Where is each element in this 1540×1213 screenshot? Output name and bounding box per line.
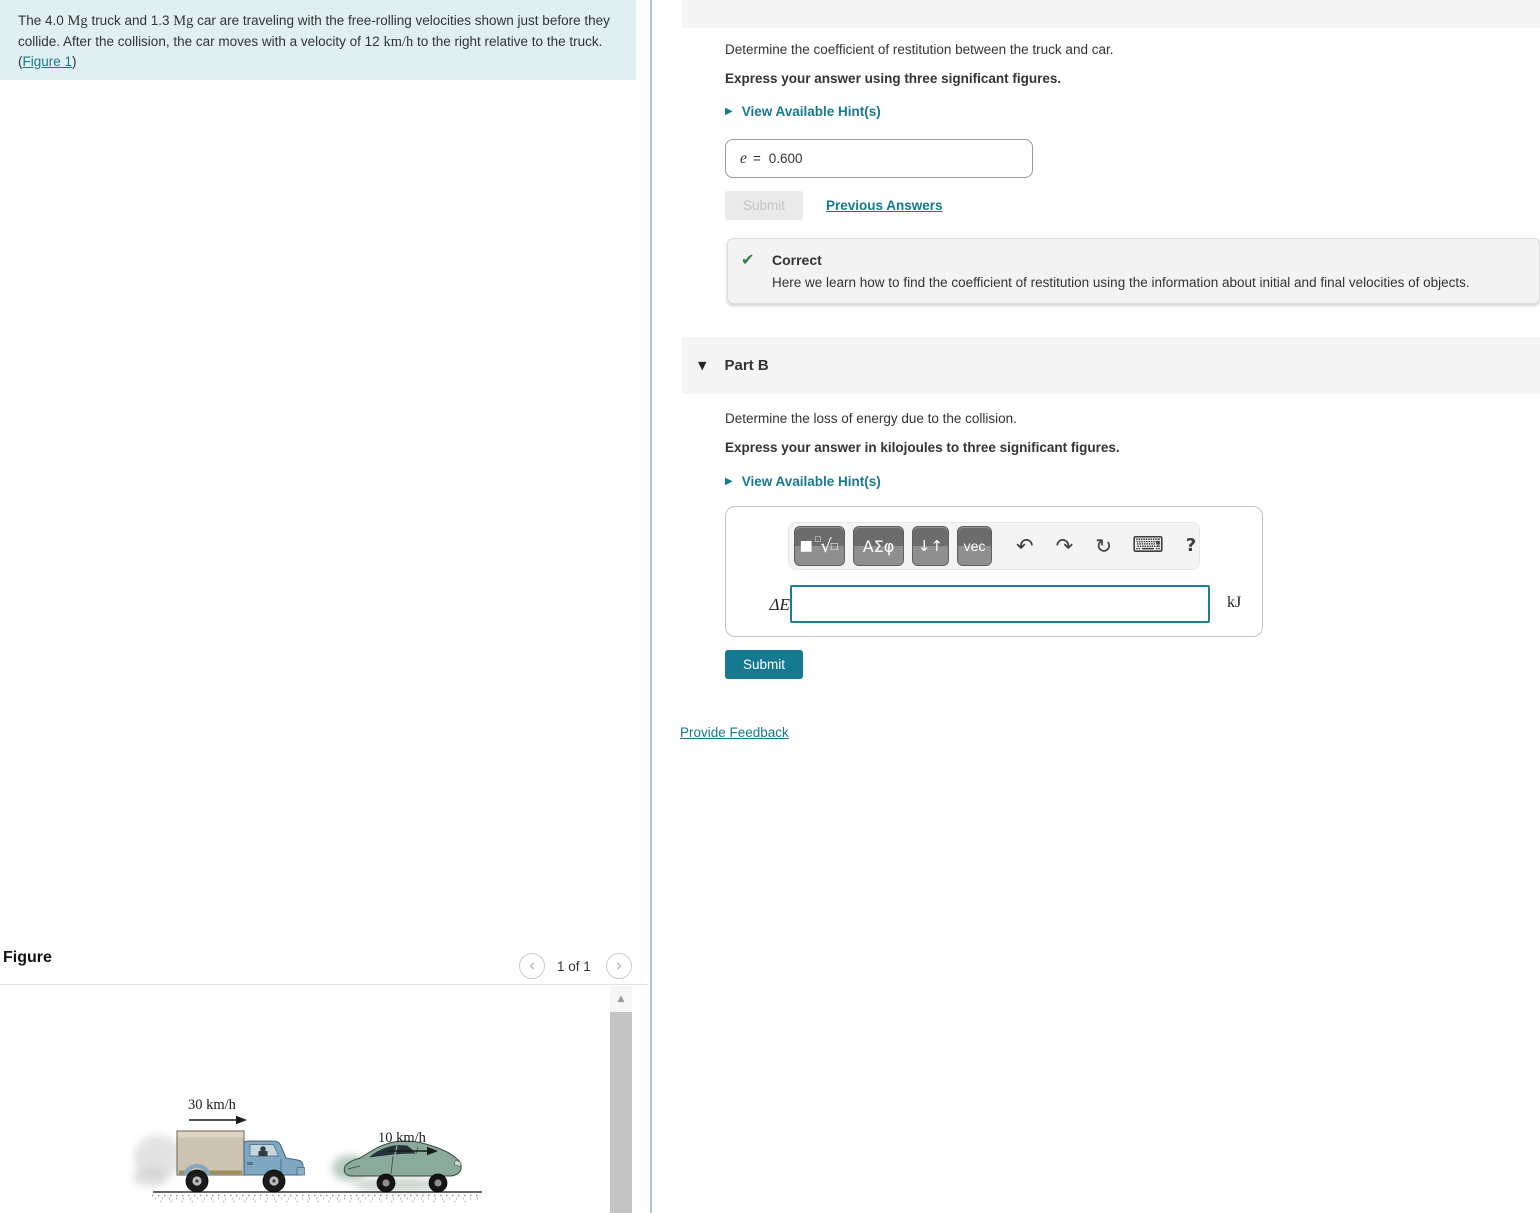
checkmark-icon: ✔ (741, 250, 755, 269)
part-b-submit-button[interactable]: Submit (725, 650, 803, 679)
radicand-box-icon: □ (829, 542, 839, 552)
hints-label: View Available Hint(s) (741, 474, 881, 489)
part-b-title: Part B (724, 357, 769, 374)
answer-value: 0.600 (768, 151, 803, 166)
part-a-question: Determine the coefficient of restitution… (725, 42, 1114, 57)
figure-page-indicator: 1 of 1 (557, 959, 591, 974)
part-b-hints-link[interactable]: ▶ View Available Hint(s) (725, 474, 881, 489)
equation-editor: ■□√□ ΑΣφ ↓↑ vec ↶ ↷ ↻ ⌨ ? ΔE = kJ (725, 506, 1263, 637)
triangle-right-icon: ▶ (725, 106, 733, 117)
triangle-down-icon: ▼ (698, 359, 707, 372)
part-a-answer-field[interactable]: e = 0.600 (725, 139, 1033, 178)
correct-feedback-panel: ✔ Correct Here we learn how to find the … (727, 238, 1540, 304)
part-a-instruction: Express your answer using three signific… (725, 71, 1062, 86)
correct-description: Here we learn how to find the coefficien… (772, 275, 1470, 290)
updown-arrows-button[interactable]: ↓↑ (912, 526, 949, 566)
figure-prev-button[interactable]: ‹ (519, 953, 545, 979)
chevron-right-icon: › (615, 955, 623, 976)
scroll-up-arrow-icon[interactable]: ▲ (610, 988, 632, 1010)
page: The 4.0 Mg truck and 1.3 Mg car are trav… (0, 0, 1540, 1213)
part-b-instruction: Express your answer in kilojoules to thr… (725, 440, 1120, 455)
math-templates-button[interactable]: ■ □ √ □ (794, 526, 845, 566)
part-b-answer-input[interactable] (790, 585, 1210, 623)
unit-label: kJ (1227, 594, 1242, 611)
part-a-header-bar (682, 0, 1540, 28)
provide-feedback-link[interactable]: Provide Feedback (680, 725, 789, 740)
car-speed-label: 10 km/h (378, 1130, 427, 1146)
unit-mg: Mg (67, 13, 88, 29)
part-a-hints-link[interactable]: ▶ View Available Hint(s) (725, 104, 881, 119)
chevron-left-icon: ‹ (528, 955, 536, 976)
filled-square-icon: ■ (799, 538, 813, 554)
help-icon[interactable]: ? (1186, 537, 1196, 555)
answer-variable: e (740, 149, 747, 167)
figure-1-link[interactable]: Figure 1 (23, 54, 73, 69)
problem-text: The 4.0 (18, 13, 68, 28)
problem-statement: The 4.0 Mg truck and 1.3 Mg car are trav… (0, 0, 636, 80)
equation-toolbar: ■ □ √ □ ΑΣφ ↓↑ vec ↶ ↷ ↻ ⌨ ? (788, 522, 1200, 570)
part-a-submit-button: Submit (725, 191, 803, 220)
part-b-header[interactable]: ▼ Part B (682, 337, 1540, 394)
greek-symbols-button[interactable]: ΑΣφ (853, 526, 904, 566)
redo-icon[interactable]: ↷ (1056, 535, 1074, 557)
unit-kmh: km/h (383, 33, 414, 50)
triangle-right-icon: ▶ (725, 476, 733, 487)
figure-scrollbar-thumb[interactable] (610, 1012, 632, 1213)
figure-image: 30 km/h 10 km/h (132, 1097, 482, 1203)
figure-viewport: 30 km/h 10 km/h (0, 985, 650, 1213)
hints-label: View Available Hint(s) (741, 104, 881, 119)
truck-illustration (176, 1130, 305, 1193)
truck-speed-label: 30 km/h (188, 1097, 237, 1113)
vector-button[interactable]: vec (957, 526, 992, 566)
figure-heading: Figure (3, 949, 52, 966)
reset-icon[interactable]: ↻ (1095, 536, 1112, 556)
unit-mg: Mg (173, 13, 194, 29)
part-b-question: Determine the loss of energy due to the … (725, 411, 1017, 426)
pane-divider (650, 0, 652, 1213)
figure-next-button[interactable]: › (606, 953, 632, 979)
truck-velocity-arrow (189, 1115, 247, 1125)
equals-sign: = (752, 151, 761, 166)
previous-answers-link[interactable]: Previous Answers (826, 198, 943, 213)
correct-title: Correct (772, 252, 822, 268)
keyboard-icon[interactable]: ⌨ (1132, 535, 1164, 557)
undo-icon[interactable]: ↶ (1016, 535, 1034, 557)
